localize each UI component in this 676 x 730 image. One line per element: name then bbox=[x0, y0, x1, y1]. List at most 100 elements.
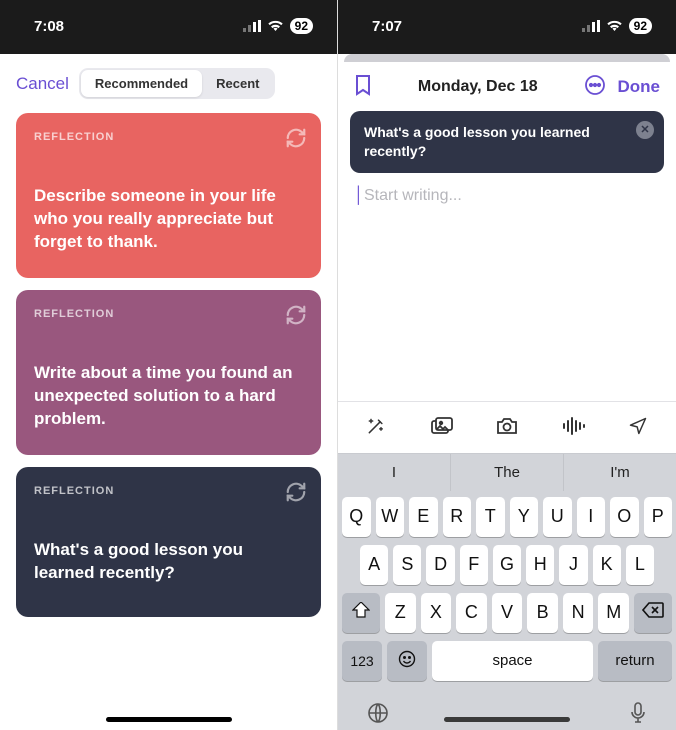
dictation-button[interactable] bbox=[628, 701, 648, 728]
key-space[interactable]: space bbox=[432, 641, 593, 681]
send-button[interactable] bbox=[619, 412, 657, 443]
editor-placeholder: Start writing... bbox=[364, 187, 462, 204]
tab-recommended[interactable]: Recommended bbox=[81, 70, 202, 97]
ai-magic-button[interactable] bbox=[357, 412, 395, 443]
sheet-background-edge bbox=[344, 54, 670, 62]
key-q[interactable]: Q bbox=[342, 497, 371, 537]
key-d[interactable]: D bbox=[426, 545, 454, 585]
prediction[interactable]: I'm bbox=[564, 454, 676, 491]
bookmark-button[interactable] bbox=[354, 74, 372, 99]
key-u[interactable]: U bbox=[543, 497, 572, 537]
key-o[interactable]: O bbox=[610, 497, 639, 537]
audio-button[interactable] bbox=[553, 412, 593, 443]
refresh-icon[interactable] bbox=[285, 481, 307, 508]
wifi-icon bbox=[267, 20, 284, 32]
active-prompt-text: What's a good lesson you learned recentl… bbox=[364, 124, 590, 159]
key-v[interactable]: V bbox=[492, 593, 523, 633]
key-a[interactable]: A bbox=[360, 545, 388, 585]
emoji-icon bbox=[398, 655, 416, 671]
key-c[interactable]: C bbox=[456, 593, 487, 633]
home-indicator[interactable] bbox=[444, 717, 570, 722]
battery-level: 92 bbox=[290, 18, 313, 34]
text-editor[interactable]: │Start writing... bbox=[338, 183, 676, 401]
key-emoji[interactable] bbox=[387, 641, 427, 681]
key-h[interactable]: H bbox=[526, 545, 554, 585]
keyboard-row: 123 space return bbox=[342, 641, 672, 681]
key-b[interactable]: B bbox=[527, 593, 558, 633]
status-bar: 7:07 92 bbox=[338, 0, 676, 54]
editor-toolbar bbox=[338, 401, 676, 453]
prompt-category: REFLECTION bbox=[34, 308, 303, 320]
key-t[interactable]: T bbox=[476, 497, 505, 537]
key-f[interactable]: F bbox=[460, 545, 488, 585]
key-w[interactable]: W bbox=[376, 497, 405, 537]
key-return[interactable]: return bbox=[598, 641, 672, 681]
keyboard-row: Q W E R T Y U I O P bbox=[342, 497, 672, 537]
gallery-button[interactable] bbox=[421, 412, 461, 443]
wifi-icon bbox=[606, 20, 623, 32]
key-z[interactable]: Z bbox=[385, 593, 416, 633]
key-m[interactable]: M bbox=[598, 593, 629, 633]
key-123[interactable]: 123 bbox=[342, 641, 382, 681]
globe-button[interactable] bbox=[366, 701, 390, 728]
keyboard-bottom-bar bbox=[338, 695, 676, 730]
prediction[interactable]: The bbox=[451, 454, 564, 491]
done-button[interactable]: Done bbox=[618, 77, 661, 97]
editor-sheet: Monday, Dec 18 Done What's a good lesson… bbox=[338, 62, 676, 730]
microphone-icon bbox=[628, 713, 648, 728]
camera-button[interactable] bbox=[487, 412, 527, 443]
key-n[interactable]: N bbox=[563, 593, 594, 633]
prompt-category: REFLECTION bbox=[34, 131, 303, 143]
cancel-button[interactable]: Cancel bbox=[16, 74, 69, 94]
segmented-control[interactable]: Recommended Recent bbox=[79, 68, 276, 99]
key-s[interactable]: S bbox=[393, 545, 421, 585]
phone-prompts-screen: 7:08 92 Cancel Recommended Recent REFLEC… bbox=[0, 0, 338, 730]
prompt-text: Describe someone in your life who you re… bbox=[34, 185, 303, 254]
key-j[interactable]: J bbox=[559, 545, 587, 585]
close-icon: ✕ bbox=[640, 123, 649, 138]
key-e[interactable]: E bbox=[409, 497, 438, 537]
tab-recent[interactable]: Recent bbox=[202, 70, 273, 97]
key-x[interactable]: X bbox=[421, 593, 452, 633]
key-l[interactable]: L bbox=[626, 545, 654, 585]
globe-icon bbox=[366, 713, 390, 728]
gallery-icon bbox=[429, 424, 453, 439]
prompt-card[interactable]: REFLECTION Describe someone in your life… bbox=[16, 113, 321, 278]
key-r[interactable]: R bbox=[443, 497, 472, 537]
ellipsis-circle-icon bbox=[584, 74, 606, 99]
key-i[interactable]: I bbox=[577, 497, 606, 537]
active-prompt-pill: What's a good lesson you learned recentl… bbox=[350, 111, 664, 173]
prompt-card[interactable]: REFLECTION Write about a time you found … bbox=[16, 290, 321, 455]
prompt-card-list: REFLECTION Describe someone in your life… bbox=[0, 113, 337, 617]
key-p[interactable]: P bbox=[644, 497, 673, 537]
key-backspace[interactable] bbox=[634, 593, 672, 633]
status-bar: 7:08 92 bbox=[0, 0, 337, 54]
battery-level: 92 bbox=[629, 18, 652, 34]
key-y[interactable]: Y bbox=[510, 497, 539, 537]
shift-icon bbox=[352, 602, 370, 623]
key-k[interactable]: K bbox=[593, 545, 621, 585]
refresh-icon[interactable] bbox=[285, 304, 307, 331]
page-title: Monday, Dec 18 bbox=[418, 78, 538, 96]
editor-nav: Monday, Dec 18 Done bbox=[338, 62, 676, 111]
home-indicator[interactable] bbox=[106, 717, 232, 722]
prediction[interactable]: I bbox=[338, 454, 451, 491]
phone-editor-screen: 7:07 92 Monday, Dec 18 bbox=[338, 0, 676, 730]
sparkle-wand-icon bbox=[365, 424, 387, 439]
cellular-signal-icon bbox=[243, 20, 261, 32]
key-g[interactable]: G bbox=[493, 545, 521, 585]
key-shift[interactable] bbox=[342, 593, 380, 633]
prompt-card[interactable]: REFLECTION What's a good lesson you lear… bbox=[16, 467, 321, 617]
text-cursor: │ bbox=[354, 187, 364, 204]
more-button[interactable] bbox=[584, 74, 606, 99]
status-time: 7:08 bbox=[34, 18, 64, 35]
refresh-icon[interactable] bbox=[285, 127, 307, 154]
backspace-icon bbox=[642, 602, 664, 623]
camera-icon bbox=[495, 424, 519, 439]
predictive-text-bar: I The I'm bbox=[338, 453, 676, 491]
dismiss-prompt-button[interactable]: ✕ bbox=[636, 121, 654, 139]
prompt-text: What's a good lesson you learned recentl… bbox=[34, 539, 303, 585]
keyboard-row: Z X C V B N M bbox=[342, 593, 672, 633]
bookmark-icon bbox=[354, 74, 372, 99]
cellular-signal-icon bbox=[582, 20, 600, 32]
